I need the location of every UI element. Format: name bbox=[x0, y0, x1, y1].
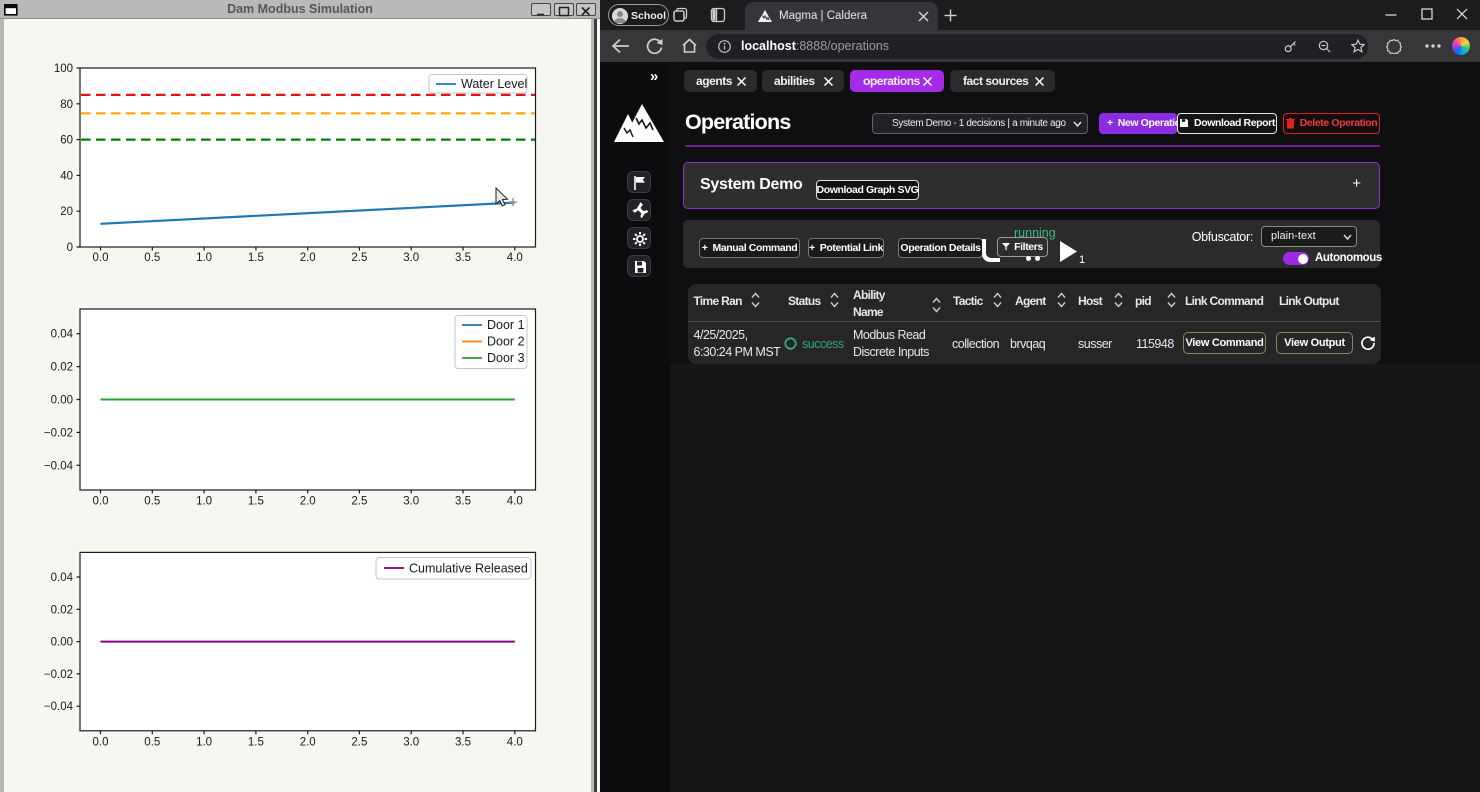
svg-text:3.5: 3.5 bbox=[455, 252, 471, 264]
svg-text:−0.02: −0.02 bbox=[44, 427, 73, 439]
svg-text:Cumulative Released: Cumulative Released bbox=[409, 562, 528, 576]
svg-text:1.5: 1.5 bbox=[248, 496, 264, 508]
svg-text:−0.04: −0.04 bbox=[44, 460, 74, 472]
svg-text:0.5: 0.5 bbox=[144, 496, 160, 508]
svg-text:2.0: 2.0 bbox=[300, 736, 316, 748]
svg-text:1.0: 1.0 bbox=[196, 252, 212, 264]
svg-text:60: 60 bbox=[60, 135, 73, 147]
svg-text:3.5: 3.5 bbox=[455, 736, 471, 748]
svg-text:Door 2: Door 2 bbox=[487, 335, 525, 349]
svg-text:0.04: 0.04 bbox=[51, 329, 74, 341]
svg-text:3.0: 3.0 bbox=[403, 496, 419, 508]
svg-text:Door 3: Door 3 bbox=[487, 351, 525, 365]
svg-text:0: 0 bbox=[67, 242, 73, 254]
svg-text:1.5: 1.5 bbox=[248, 736, 264, 748]
svg-text:−0.04: −0.04 bbox=[44, 701, 74, 713]
svg-text:2.0: 2.0 bbox=[300, 496, 316, 508]
svg-text:2.5: 2.5 bbox=[351, 252, 367, 264]
svg-text:1.0: 1.0 bbox=[196, 496, 212, 508]
svg-text:2.0: 2.0 bbox=[300, 252, 316, 264]
svg-text:Door 1: Door 1 bbox=[487, 318, 525, 332]
svg-text:0.0: 0.0 bbox=[93, 252, 109, 264]
svg-text:0.5: 0.5 bbox=[144, 736, 160, 748]
svg-text:1.0: 1.0 bbox=[196, 736, 212, 748]
svg-text:4.0: 4.0 bbox=[507, 736, 523, 748]
svg-text:2.5: 2.5 bbox=[351, 736, 367, 748]
svg-text:0.04: 0.04 bbox=[51, 572, 74, 584]
svg-text:1.5: 1.5 bbox=[248, 252, 264, 264]
svg-text:4.0: 4.0 bbox=[507, 496, 523, 508]
svg-text:0.0: 0.0 bbox=[93, 496, 109, 508]
svg-text:40: 40 bbox=[60, 170, 73, 182]
svg-text:Water Level: Water Level bbox=[461, 77, 527, 91]
svg-text:0.5: 0.5 bbox=[144, 252, 160, 264]
svg-text:0.00: 0.00 bbox=[51, 637, 73, 649]
svg-text:3.0: 3.0 bbox=[403, 736, 419, 748]
svg-text:4.0: 4.0 bbox=[507, 252, 523, 264]
svg-text:0.02: 0.02 bbox=[51, 604, 73, 616]
svg-text:0.02: 0.02 bbox=[51, 362, 73, 374]
svg-text:80: 80 bbox=[60, 99, 73, 111]
svg-text:−0.02: −0.02 bbox=[44, 669, 73, 681]
svg-text:2.5: 2.5 bbox=[351, 496, 367, 508]
svg-text:3.0: 3.0 bbox=[403, 252, 419, 264]
svg-text:3.5: 3.5 bbox=[455, 496, 471, 508]
svg-text:100: 100 bbox=[54, 63, 73, 75]
svg-text:20: 20 bbox=[60, 206, 73, 218]
svg-text:0.00: 0.00 bbox=[51, 395, 73, 407]
svg-text:0.0: 0.0 bbox=[93, 736, 109, 748]
